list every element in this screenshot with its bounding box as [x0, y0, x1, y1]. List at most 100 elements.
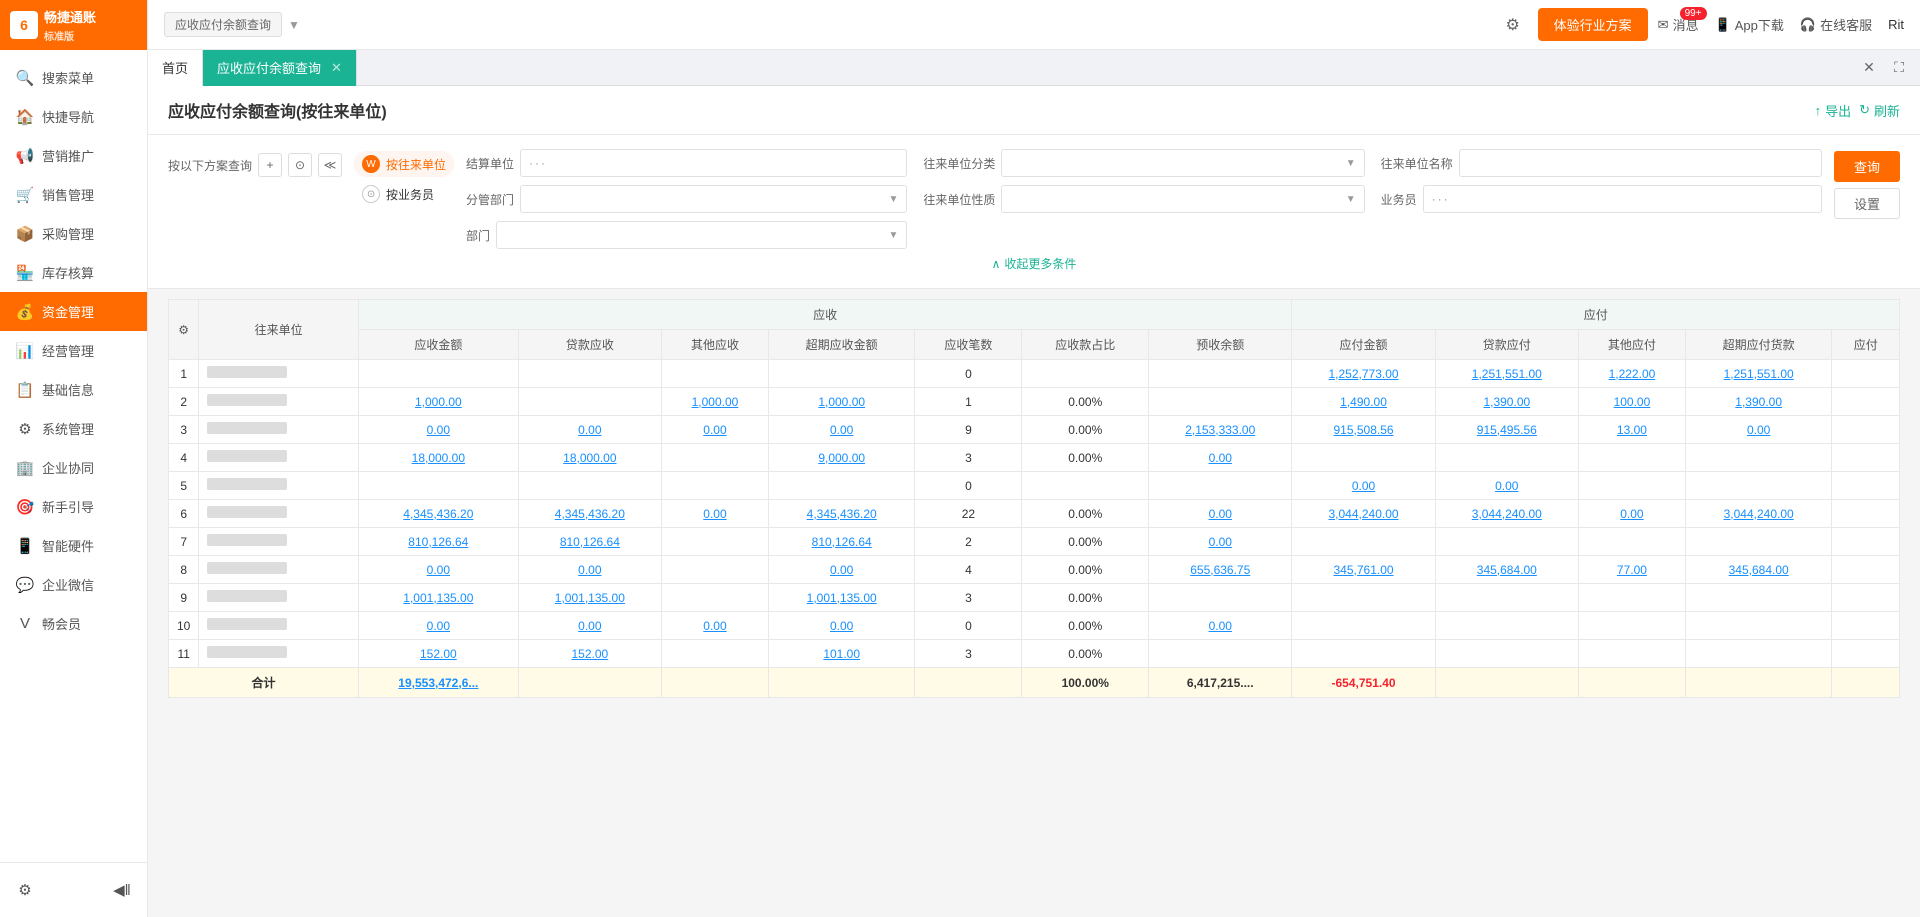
sidebar-item-purchase[interactable]: 📦 采购管理	[0, 214, 147, 253]
sidebar-item-finance[interactable]: 💰 资金管理	[0, 292, 147, 331]
table-cell[interactable]: 0.00	[661, 500, 768, 528]
sidebar-item-search[interactable]: 🔍 搜索菜单	[0, 58, 147, 97]
table-cell[interactable]: 0.00	[661, 416, 768, 444]
manage-scheme-button[interactable]: ⊙	[288, 153, 312, 177]
sidebar-item-quicknav[interactable]: 🏠 快捷导航	[0, 97, 147, 136]
sidebar-item-member[interactable]: V 畅会员	[0, 604, 147, 643]
table-cell[interactable]: 4,345,436.20	[768, 500, 914, 528]
table-cell[interactable]: 655,636.75	[1149, 556, 1292, 584]
table-cell[interactable]: 810,126.64	[518, 528, 661, 556]
table-cell[interactable]: 0.00	[1292, 472, 1435, 500]
export-button[interactable]: ↑ 导出	[1815, 101, 1852, 120]
table-cell[interactable]: 3,044,240.00	[1685, 500, 1831, 528]
close-window-icon[interactable]: ✕	[1856, 55, 1882, 81]
sidebar-item-guide[interactable]: 🎯 新手引导	[0, 487, 147, 526]
table-cell[interactable]: 3,044,240.00	[1435, 500, 1578, 528]
table-cell[interactable]: 0.00	[661, 612, 768, 640]
table-cell[interactable]: 0.00	[358, 416, 518, 444]
table-cell[interactable]: 1,001,135.00	[768, 584, 914, 612]
table-cell[interactable]: 915,495.56	[1435, 416, 1578, 444]
table-cell[interactable]: 152.00	[518, 640, 661, 668]
table-cell[interactable]: 101.00	[768, 640, 914, 668]
sidebar-item-base[interactable]: 📋 基础信息	[0, 370, 147, 409]
table-cell[interactable]: 0.00	[768, 416, 914, 444]
table-cell[interactable]: 0.00	[358, 556, 518, 584]
department-input[interactable]: ▼	[496, 221, 907, 249]
partner-category-input[interactable]: ▼	[1001, 149, 1364, 177]
table-cell[interactable]: 810,126.64	[768, 528, 914, 556]
table-cell[interactable]: 77.00	[1578, 556, 1685, 584]
collapse-more-button[interactable]: ∧ 收起更多条件	[168, 249, 1900, 278]
table-cell[interactable]: 1,390.00	[1435, 388, 1578, 416]
table-cell[interactable]: 0.00	[1149, 612, 1292, 640]
filter-by-staff[interactable]: ⊙ 按业务员	[354, 181, 454, 207]
table-cell[interactable]: 152.00	[358, 640, 518, 668]
settlement-unit-input[interactable]: ···	[520, 149, 907, 177]
table-cell[interactable]: 1,390.00	[1685, 388, 1831, 416]
table-cell[interactable]: 18,000.00	[358, 444, 518, 472]
table-cell[interactable]: 4,345,436.20	[518, 500, 661, 528]
salesperson-input[interactable]: ···	[1423, 185, 1822, 213]
sidebar-item-marketing[interactable]: 📢 营销推广	[0, 136, 147, 175]
table-cell[interactable]: 1,001,135.00	[358, 584, 518, 612]
app-download-button[interactable]: 📱 App下载	[1715, 15, 1784, 34]
table-cell[interactable]: 1,251,551.00	[1435, 360, 1578, 388]
table-cell[interactable]: 13.00	[1578, 416, 1685, 444]
division-input[interactable]: ▼	[520, 185, 907, 213]
tab-query[interactable]: 应收应付余额查询 ✕	[203, 50, 357, 86]
table-cell[interactable]: 0.00	[358, 612, 518, 640]
trial-button[interactable]: 体验行业方案	[1538, 8, 1648, 41]
table-cell[interactable]: 0.00	[1149, 444, 1292, 472]
table-cell[interactable]: 1,000.00	[768, 388, 914, 416]
table-cell[interactable]: 0.00	[518, 612, 661, 640]
table-cell[interactable]: 100.00	[1578, 388, 1685, 416]
tab-home[interactable]: 首页	[148, 50, 203, 86]
sidebar-item-hardware[interactable]: 📱 智能硬件	[0, 526, 147, 565]
table-cell[interactable]: 4,345,436.20	[358, 500, 518, 528]
refresh-button[interactable]: ↻ 刷新	[1859, 101, 1900, 120]
table-cell[interactable]: 1,000.00	[358, 388, 518, 416]
table-cell[interactable]: 345,684.00	[1685, 556, 1831, 584]
table-cell[interactable]: 1,490.00	[1292, 388, 1435, 416]
maximize-window-icon[interactable]: ⛶	[1886, 55, 1912, 81]
filter-by-partner[interactable]: W 按往来单位	[354, 151, 454, 177]
table-cell[interactable]: 2,153,333.00	[1149, 416, 1292, 444]
message-button[interactable]: ✉ 消息 99+	[1658, 15, 1699, 34]
table-cell[interactable]: 0.00	[768, 556, 914, 584]
user-avatar[interactable]: Rit	[1888, 17, 1904, 32]
table-cell[interactable]: 345,761.00	[1292, 556, 1435, 584]
breadcrumb-dropdown-icon[interactable]: ▼	[288, 18, 300, 32]
partner-name-input[interactable]	[1459, 149, 1822, 177]
table-cell[interactable]: 0.00	[518, 556, 661, 584]
table-cell[interactable]: 18,000.00	[518, 444, 661, 472]
table-cell[interactable]: 0.00	[1435, 472, 1578, 500]
table-cell[interactable]: 1,000.00	[661, 388, 768, 416]
table-cell[interactable]: 0.00	[518, 416, 661, 444]
gear-button[interactable]: ⚙	[1498, 10, 1528, 40]
table-cell[interactable]: 0.00	[1149, 500, 1292, 528]
table-cell[interactable]: 3,044,240.00	[1292, 500, 1435, 528]
sidebar-item-sales[interactable]: 🛒 销售管理	[0, 175, 147, 214]
table-cell[interactable]: 9,000.00	[768, 444, 914, 472]
query-button[interactable]: 查询	[1834, 151, 1900, 182]
setting-button[interactable]: 设置	[1834, 188, 1900, 219]
sidebar-item-wechat[interactable]: 💬 企业微信	[0, 565, 147, 604]
collapse-scheme-button[interactable]: ≪	[318, 153, 342, 177]
customer-service-button[interactable]: 🎧 在线客服	[1800, 15, 1872, 34]
sidebar-item-corp[interactable]: 🏢 企业协同	[0, 448, 147, 487]
table-cell[interactable]: 810,126.64	[358, 528, 518, 556]
sidebar-item-system[interactable]: ⚙ 系统管理	[0, 409, 147, 448]
total-ar-amount[interactable]: 19,553,472,6...	[358, 668, 518, 698]
sidebar-item-operations[interactable]: 📊 经营管理	[0, 331, 147, 370]
table-cell[interactable]: 0.00	[768, 612, 914, 640]
table-col-settings[interactable]: ⚙	[169, 300, 199, 360]
table-cell[interactable]: 0.00	[1685, 416, 1831, 444]
sidebar-settings-btn[interactable]: ⚙ ◀‖	[0, 873, 147, 907]
table-cell[interactable]: 345,684.00	[1435, 556, 1578, 584]
table-cell[interactable]: 1,252,773.00	[1292, 360, 1435, 388]
table-cell[interactable]: 0.00	[1578, 500, 1685, 528]
add-scheme-button[interactable]: +	[258, 153, 282, 177]
table-cell[interactable]: 1,222.00	[1578, 360, 1685, 388]
partner-nature-input[interactable]: ▼	[1001, 185, 1364, 213]
tab-close-icon[interactable]: ✕	[331, 60, 342, 76]
